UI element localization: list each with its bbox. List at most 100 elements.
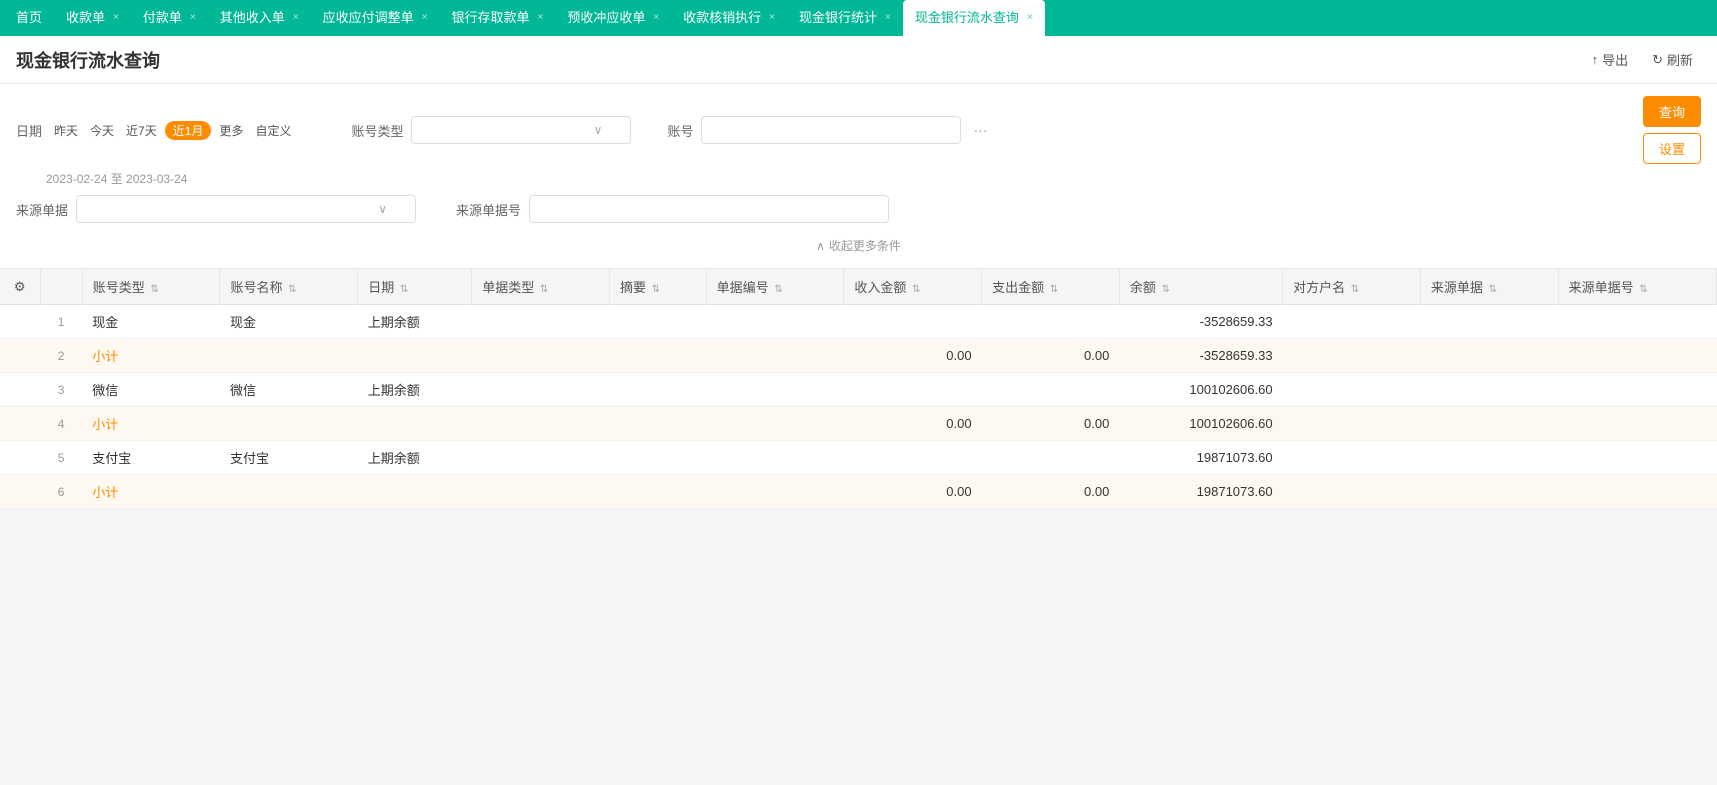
col-balance[interactable]: 余额 ⇅ bbox=[1119, 269, 1282, 305]
cell-no: 3 bbox=[40, 373, 82, 407]
table-row: 1现金现金上期余额-3528659.33 bbox=[0, 305, 1717, 339]
cell-expense bbox=[982, 441, 1120, 475]
nav-adjust-close[interactable]: × bbox=[422, 0, 428, 36]
date-options: 昨天 今天 近7天 近1月 更多 自定义 bbox=[50, 121, 295, 140]
date-opt-custom[interactable]: 自定义 bbox=[251, 121, 295, 140]
nav-stats-close[interactable]: × bbox=[885, 0, 891, 36]
date-opt-yesterday[interactable]: 昨天 bbox=[50, 121, 82, 140]
cell-balance: -3528659.33 bbox=[1119, 339, 1282, 373]
account-ellipsis[interactable]: ··· bbox=[969, 122, 991, 138]
nav-bank-deposit-close[interactable]: × bbox=[537, 0, 543, 36]
cell-account-name: 现金 bbox=[220, 305, 358, 339]
col-no bbox=[40, 269, 82, 305]
cell-expense: 0.00 bbox=[982, 407, 1120, 441]
col-doc-no[interactable]: 单据编号 ⇅ bbox=[706, 269, 844, 305]
export-button[interactable]: ↑ 导出 bbox=[1584, 46, 1637, 73]
col-summary[interactable]: 摘要 ⇅ bbox=[609, 269, 706, 305]
col-doc-type[interactable]: 单据类型 ⇅ bbox=[472, 269, 610, 305]
col-expense[interactable]: 支出金额 ⇅ bbox=[982, 269, 1120, 305]
nav-advance-close[interactable]: × bbox=[653, 0, 659, 36]
col-income[interactable]: 收入金额 ⇅ bbox=[844, 269, 982, 305]
date-opt-1month[interactable]: 近1月 bbox=[165, 121, 212, 140]
account-filter-group: 账号 ··· bbox=[667, 116, 991, 144]
query-button[interactable]: 查询 bbox=[1643, 96, 1701, 127]
collapse-icon: ∧ bbox=[816, 239, 825, 253]
account-type-select[interactable]: ∨ bbox=[411, 116, 631, 144]
nav-flow-query[interactable]: 现金银行流水查询 × bbox=[903, 0, 1045, 36]
nav-verify[interactable]: 收款核销执行 × bbox=[671, 0, 787, 36]
cell-date bbox=[358, 475, 472, 509]
cell-date: 上期余额 bbox=[358, 305, 472, 339]
nav-bank-deposit[interactable]: 银行存取款单 × bbox=[439, 0, 555, 36]
table-row: 5支付宝支付宝上期余额19871073.60 bbox=[0, 441, 1717, 475]
table-row: 2小计0.000.00-3528659.33 bbox=[0, 339, 1717, 373]
col-account-type[interactable]: 账号类型 ⇅ bbox=[82, 269, 220, 305]
cell-source-doc-no bbox=[1558, 441, 1716, 475]
nav-other-income[interactable]: 其他收入单 × bbox=[208, 0, 311, 36]
nav-advance[interactable]: 预收冲应收单 × bbox=[555, 0, 671, 36]
nav-receipt[interactable]: 收款单 × bbox=[54, 0, 131, 36]
cell-summary bbox=[609, 441, 706, 475]
cell-doc-type bbox=[472, 475, 610, 509]
date-opt-more[interactable]: 更多 bbox=[215, 121, 247, 140]
col-account-name[interactable]: 账号名称 ⇅ bbox=[220, 269, 358, 305]
cell-gear bbox=[0, 305, 40, 339]
top-navigation: 首页 收款单 × 付款单 × 其他收入单 × 应收应付调整单 × 银行存取款单 … bbox=[0, 0, 1717, 36]
col-gear[interactable]: ⚙ bbox=[0, 269, 40, 305]
source-doc-select[interactable]: ∨ bbox=[76, 195, 416, 223]
sort-source-doc-no-icon: ⇅ bbox=[1639, 284, 1647, 295]
cell-doc-no bbox=[706, 373, 844, 407]
col-source-doc-no[interactable]: 来源单据号 ⇅ bbox=[1558, 269, 1716, 305]
cell-account-type: 微信 bbox=[82, 373, 220, 407]
filter-row-1: 日期 昨天 今天 近7天 近1月 更多 自定义 账号类型 ∨ 账号 ··· bbox=[16, 96, 1701, 164]
cell-income: 0.00 bbox=[844, 339, 982, 373]
date-opt-today[interactable]: 今天 bbox=[86, 121, 118, 140]
filter-row-2: 来源单据 ∨ 来源单据号 bbox=[16, 195, 1701, 223]
account-type-chevron: ∨ bbox=[594, 123, 603, 137]
col-date[interactable]: 日期 ⇅ bbox=[358, 269, 472, 305]
table-row: 6小计0.000.0019871073.60 bbox=[0, 475, 1717, 509]
sort-account-name-icon: ⇅ bbox=[288, 284, 296, 295]
cell-expense: 0.00 bbox=[982, 339, 1120, 373]
nav-verify-close[interactable]: × bbox=[769, 0, 775, 36]
cell-summary bbox=[609, 407, 706, 441]
date-range-display: 2023-02-24 至 2023-03-24 bbox=[46, 172, 187, 186]
collapse-bar[interactable]: ∧ 收起更多条件 bbox=[16, 233, 1701, 260]
nav-home[interactable]: 首页 bbox=[4, 0, 54, 36]
nav-flow-query-close[interactable]: × bbox=[1027, 0, 1033, 36]
sort-summary-icon: ⇅ bbox=[652, 284, 660, 295]
filter-area: 日期 昨天 今天 近7天 近1月 更多 自定义 账号类型 ∨ 账号 ··· bbox=[0, 84, 1717, 269]
nav-receipt-close[interactable]: × bbox=[113, 0, 119, 36]
sort-expense-icon: ⇅ bbox=[1050, 284, 1058, 295]
source-doc-no-input[interactable] bbox=[529, 195, 889, 223]
nav-other-income-close[interactable]: × bbox=[293, 0, 299, 36]
source-doc-filter-group: 来源单据 ∨ bbox=[16, 195, 416, 223]
account-input[interactable] bbox=[701, 116, 961, 144]
date-filter-group: 日期 昨天 今天 近7天 近1月 更多 自定义 bbox=[16, 121, 295, 140]
settings-button[interactable]: 设置 bbox=[1643, 133, 1701, 164]
cell-date: 上期余额 bbox=[358, 373, 472, 407]
nav-adjust[interactable]: 应收应付调整单 × bbox=[311, 0, 440, 36]
cell-gear bbox=[0, 339, 40, 373]
cell-counterpart bbox=[1283, 373, 1421, 407]
cell-account-type: 小计 bbox=[82, 339, 220, 373]
nav-payment[interactable]: 付款单 × bbox=[131, 0, 208, 36]
cell-doc-no bbox=[706, 475, 844, 509]
header-actions: ↑ 导出 ↻ 刷新 bbox=[1584, 46, 1701, 73]
date-opt-7days[interactable]: 近7天 bbox=[122, 121, 161, 140]
cell-account-type: 支付宝 bbox=[82, 441, 220, 475]
cell-income: 0.00 bbox=[844, 475, 982, 509]
refresh-button[interactable]: ↻ 刷新 bbox=[1644, 46, 1701, 73]
export-icon: ↑ bbox=[1592, 52, 1599, 67]
refresh-icon: ↻ bbox=[1652, 52, 1663, 68]
nav-payment-close[interactable]: × bbox=[190, 0, 196, 36]
col-counterpart[interactable]: 对方户名 ⇅ bbox=[1283, 269, 1421, 305]
cell-account-type: 小计 bbox=[82, 407, 220, 441]
cell-balance: 100102606.60 bbox=[1119, 407, 1282, 441]
cell-source-doc bbox=[1420, 339, 1558, 373]
cell-gear bbox=[0, 441, 40, 475]
cell-doc-type bbox=[472, 441, 610, 475]
nav-stats[interactable]: 现金银行统计 × bbox=[787, 0, 903, 36]
col-source-doc[interactable]: 来源单据 ⇅ bbox=[1420, 269, 1558, 305]
cell-counterpart bbox=[1283, 441, 1421, 475]
